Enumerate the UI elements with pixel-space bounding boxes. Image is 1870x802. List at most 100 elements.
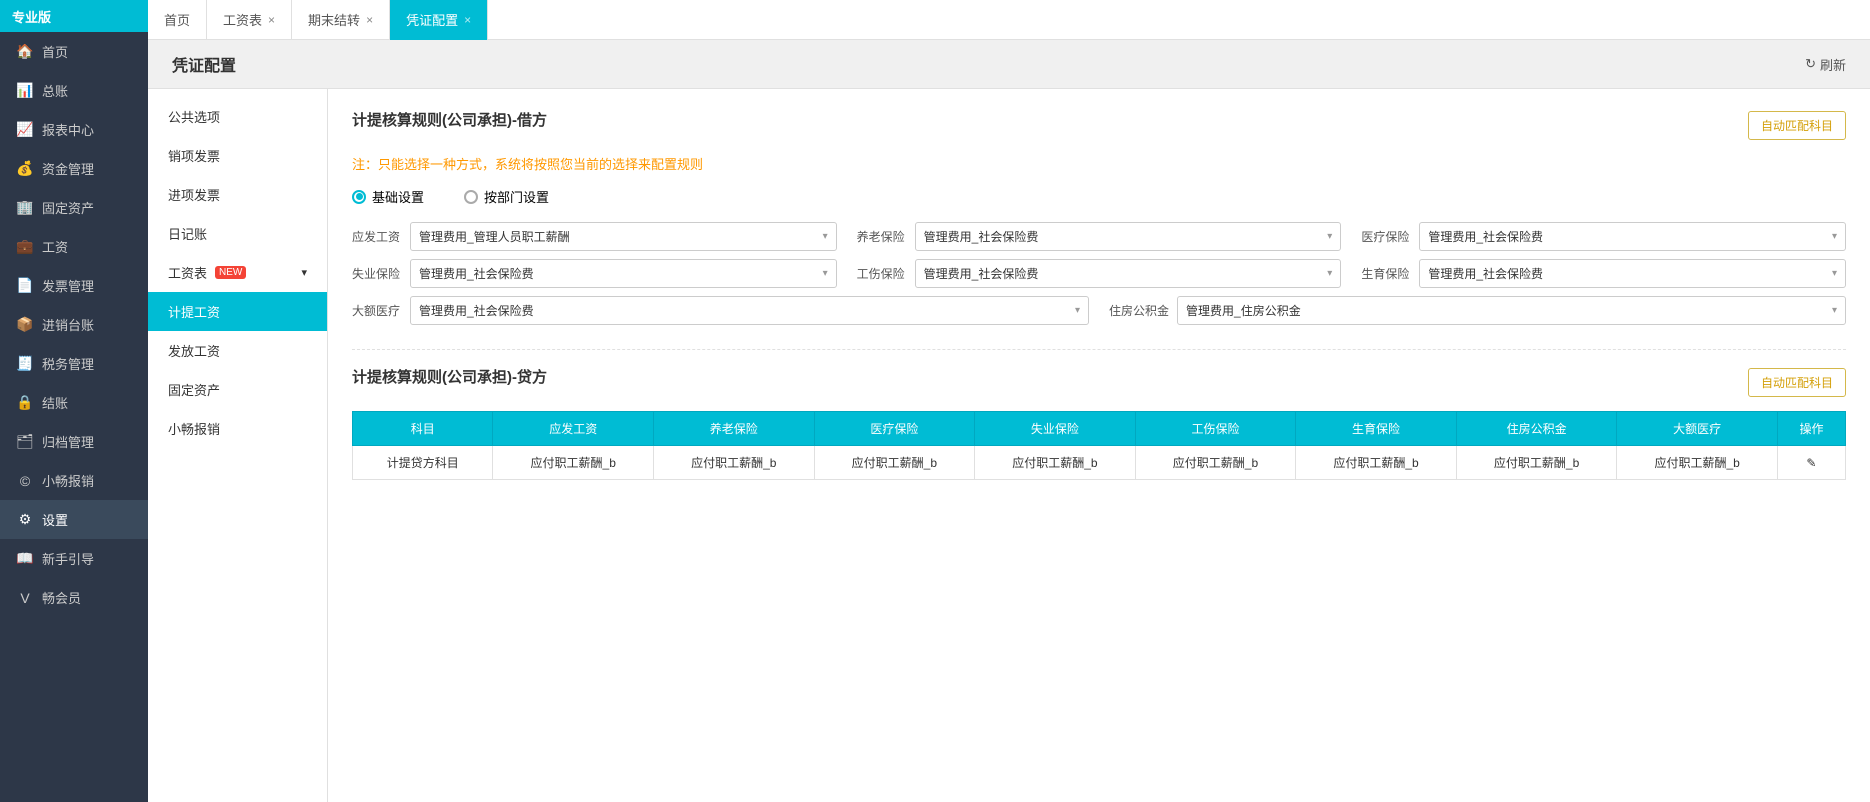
section-divider (352, 349, 1846, 350)
cell-medical: 应付职工薪酬_b (814, 446, 975, 480)
dropdown-arrow-7: ▾ (1075, 305, 1080, 316)
sidebar-label-vip: 畅会员 (42, 588, 81, 607)
menu-item-salary-sheet[interactable]: 工资表 NEW ▾ (148, 253, 327, 292)
menu-item-public-options[interactable]: 公共选项 (148, 97, 327, 136)
select-medical[interactable]: 管理费用_社会保险费 ▾ (1419, 222, 1846, 251)
select-work-injury-value: 管理费用_社会保险费 (924, 265, 1324, 282)
select-maternity[interactable]: 管理费用_社会保险费 ▾ (1419, 259, 1846, 288)
dropdown-arrow-5: ▾ (1327, 268, 1332, 279)
sidebar-item-close[interactable]: 🔒 结账 (0, 383, 148, 422)
tab-period-close-btn[interactable]: × (366, 13, 373, 27)
col-subject: 科目 (353, 412, 493, 446)
field-maternity: 生育保险 管理费用_社会保险费 ▾ (1361, 259, 1846, 288)
sidebar-item-reports[interactable]: 📈 报表中心 (0, 110, 148, 149)
close-period-icon: 🔒 (16, 394, 34, 411)
dropdown-arrow-6: ▾ (1832, 268, 1837, 279)
sidebar-item-mini-expense[interactable]: © 小畅报销 (0, 461, 148, 500)
tab-home[interactable]: 首页 (148, 0, 207, 40)
dropdown-arrow-2: ▾ (1327, 231, 1332, 242)
credit-auto-match-button[interactable]: 自动匹配科目 (1748, 368, 1846, 397)
debit-fields-row1: 应发工资 管理费用_管理人员职工薪酬 ▾ 养老保险 管理费用_社会保险费 ▾ (352, 222, 1846, 251)
tab-salary-sheet[interactable]: 工资表 × (207, 0, 292, 40)
menu-item-purchase-invoice[interactable]: 进项发票 (148, 175, 327, 214)
sidebar-label-archive: 归档管理 (42, 432, 94, 451)
sidebar-label-fa: 固定资产 (42, 198, 94, 217)
menu-item-journal[interactable]: 日记账 (148, 214, 327, 253)
menu-item-sales-invoice[interactable]: 销项发票 (148, 136, 327, 175)
sidebar-item-fund[interactable]: 💰 资金管理 (0, 149, 148, 188)
sidebar-label-close: 结账 (42, 393, 68, 412)
sidebar-item-home[interactable]: 🏠 首页 (0, 32, 148, 71)
debit-fields-row2: 失业保险 管理费用_社会保险费 ▾ 工伤保险 管理费用_社会保险费 ▾ (352, 259, 1846, 288)
sidebar-item-tax[interactable]: 🧾 税务管理 (0, 344, 148, 383)
select-major-medical[interactable]: 管理费用_社会保险费 ▾ (410, 296, 1089, 325)
debit-radio-group: 基础设置 按部门设置 (352, 187, 1846, 206)
sidebar-item-vip[interactable]: V 畅会员 (0, 578, 148, 617)
col-operation: 操作 (1777, 412, 1845, 446)
sidebar-item-purchase-sales[interactable]: 📦 进销台账 (0, 305, 148, 344)
credit-section-header: 计提核算规则(公司承担)-贷方 自动匹配科目 (352, 366, 1846, 399)
sidebar-item-archive[interactable]: 🗂 归档管理 (0, 422, 148, 461)
select-work-injury[interactable]: 管理费用_社会保险费 ▾ (915, 259, 1342, 288)
debit-auto-match-button[interactable]: 自动匹配科目 (1748, 111, 1846, 140)
page-title: 凭证配置 (172, 52, 236, 76)
sidebar: 专业版 🏠 首页 📊 总账 📈 报表中心 💰 资金管理 🏢 固定资产 💼 工资 … (0, 0, 148, 802)
sidebar-item-general-ledger[interactable]: 📊 总账 (0, 71, 148, 110)
tab-voucher-config[interactable]: 凭证配置 × (390, 0, 488, 40)
menu-item-fixed-assets-menu[interactable]: 固定资产 (148, 370, 327, 409)
vip-icon: V (16, 590, 34, 606)
menu-item-mini-expense-menu[interactable]: 小畅报销 (148, 409, 327, 448)
select-unemployment[interactable]: 管理费用_社会保险费 ▾ (410, 259, 837, 288)
debit-section-title: 计提核算规则(公司承担)-借方 (352, 109, 547, 130)
cell-operation[interactable]: ✎ (1777, 446, 1845, 480)
field-unemployment: 失业保险 管理费用_社会保险费 ▾ (352, 259, 837, 288)
label-major-medical: 大额医疗 (352, 302, 402, 319)
tab-salary-close[interactable]: × (268, 13, 275, 27)
refresh-icon: ↻ (1805, 56, 1816, 72)
radio-basic[interactable]: 基础设置 (352, 187, 424, 206)
tab-period-close[interactable]: 期末结转 × (292, 0, 390, 40)
label-maternity: 生育保险 (1361, 265, 1411, 282)
sidebar-item-invoice[interactable]: 📄 发票管理 (0, 266, 148, 305)
sidebar-item-settings[interactable]: ⚙ 设置 (0, 500, 148, 539)
col-unemployment: 失业保险 (975, 412, 1136, 446)
refresh-button[interactable]: ↻ 刷新 (1805, 55, 1846, 74)
sidebar-label-reports: 报表中心 (42, 120, 94, 139)
tab-voucher-close[interactable]: × (464, 13, 471, 27)
select-payable-salary[interactable]: 管理费用_管理人员职工薪酬 ▾ (410, 222, 837, 251)
menu-item-salary-payment[interactable]: 发放工资 (148, 331, 327, 370)
invoice-icon: 📄 (16, 277, 34, 294)
cell-payable-salary: 应付职工薪酬_b (493, 446, 654, 480)
radio-dept[interactable]: 按部门设置 (464, 187, 549, 206)
sidebar-label-salary: 工资 (42, 237, 68, 256)
fund-icon: 💰 (16, 160, 34, 177)
cell-subject: 计提贷方科目 (353, 446, 493, 480)
sidebar-item-fixed-assets[interactable]: 🏢 固定资产 (0, 188, 148, 227)
col-housing-fund: 住房公积金 (1456, 412, 1617, 446)
field-payable-salary: 应发工资 管理费用_管理人员职工薪酬 ▾ (352, 222, 837, 251)
tab-period-label: 期末结转 (308, 10, 360, 29)
radio-dept-circle (464, 190, 478, 204)
tab-voucher-label: 凭证配置 (406, 10, 458, 29)
col-payable-salary: 应发工资 (493, 412, 654, 446)
credit-section-title: 计提核算规则(公司承担)-贷方 (352, 366, 547, 387)
menu-item-payroll-accrual[interactable]: 计提工资 (148, 292, 327, 331)
select-pension[interactable]: 管理费用_社会保险费 ▾ (915, 222, 1342, 251)
select-major-medical-value: 管理费用_社会保险费 (419, 302, 1071, 319)
cell-housing-fund: 应付职工薪酬_b (1456, 446, 1617, 480)
main-area: 首页 工资表 × 期末结转 × 凭证配置 × 凭证配置 ↻ 刷新 公共选项 (148, 0, 1870, 802)
sidebar-label-tax: 税务管理 (42, 354, 94, 373)
field-housing-fund: 住房公积金 管理费用_住房公积金 ▾ (1109, 296, 1846, 325)
col-work-injury: 工伤保险 (1135, 412, 1296, 446)
debit-notice: 注：只能选择一种方式，系统将按照您当前的选择来配置规则 (352, 154, 1846, 173)
sidebar-item-salary[interactable]: 💼 工资 (0, 227, 148, 266)
dropdown-arrow-4: ▾ (823, 268, 828, 279)
radio-basic-circle (352, 190, 366, 204)
sidebar-item-guide[interactable]: 📖 新手引导 (0, 539, 148, 578)
debit-section-header: 计提核算规则(公司承担)-借方 自动匹配科目 (352, 109, 1846, 142)
select-housing-fund[interactable]: 管理费用_住房公积金 ▾ (1177, 296, 1846, 325)
radio-basic-label: 基础设置 (372, 187, 424, 206)
sidebar-label-guide: 新手引导 (42, 549, 94, 568)
tab-salary-label: 工资表 (223, 10, 262, 29)
settings-icon: ⚙ (16, 511, 34, 528)
